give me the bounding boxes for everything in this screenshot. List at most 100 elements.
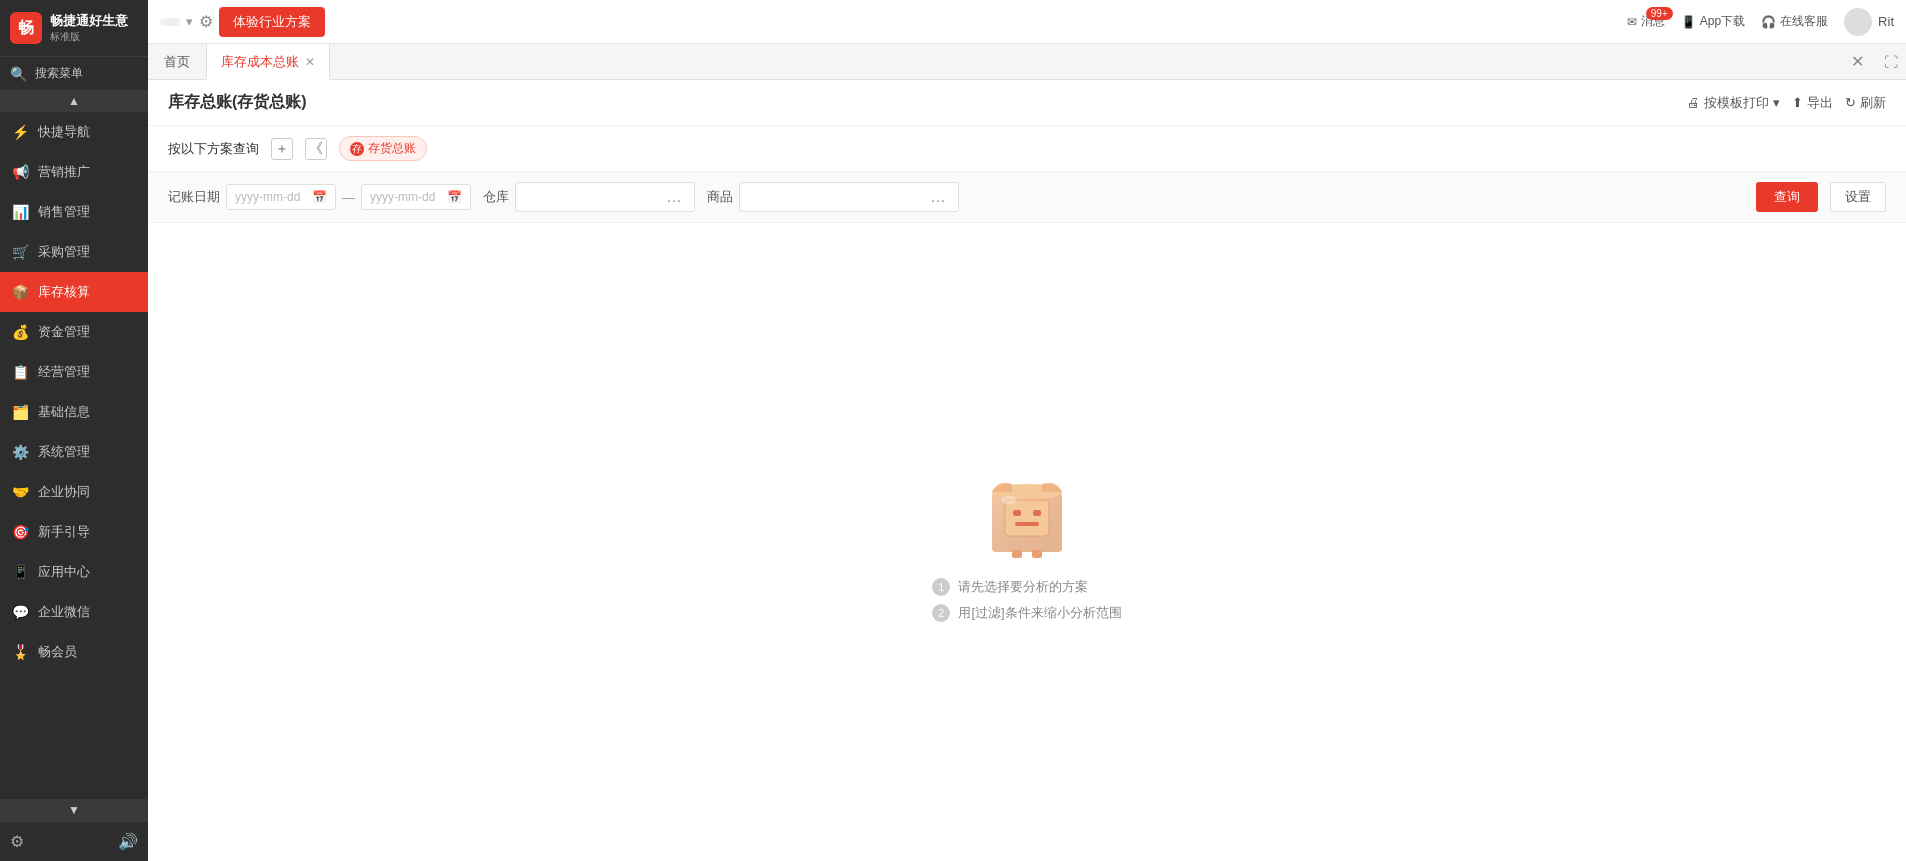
basic-info-icon: 🗂️ — [10, 402, 30, 422]
sidebar-footer: ⚙ 🔊 — [0, 821, 148, 861]
print-label: 按模板打印 — [1704, 94, 1769, 112]
service-label: 在线客服 — [1780, 13, 1828, 30]
audio-icon[interactable]: 🔊 — [118, 832, 138, 851]
sidebar-scroll-down[interactable]: ▼ — [0, 799, 148, 821]
tip-num-2: 2 — [932, 604, 950, 622]
svg-rect-9 — [1032, 550, 1042, 558]
tip-text-2: 用[过滤]条件来缩小分析范围 — [958, 604, 1121, 622]
sidebar-item-label: 采购管理 — [38, 243, 90, 261]
export-btn[interactable]: ⬆ 导出 — [1792, 94, 1833, 112]
search-menu-item[interactable]: 🔍 搜索菜单 — [0, 57, 148, 90]
refresh-icon: ↻ — [1845, 95, 1856, 110]
date-field: 记账日期 yyyy-mm-dd 📅 — yyyy-mm-dd 📅 — [168, 184, 471, 210]
product-label: 商品 — [707, 188, 733, 206]
page-title: 库存总账(存货总账) — [168, 92, 307, 113]
app-center-icon: 📱 — [10, 562, 30, 582]
refresh-btn[interactable]: ↻ 刷新 — [1845, 94, 1886, 112]
print-btn[interactable]: 🖨 按模板打印 ▾ — [1687, 94, 1780, 112]
message-btn[interactable]: ✉ 消息 99+ — [1627, 13, 1665, 30]
sidebar-item-inventory[interactable]: 📦 库存核算 — [0, 272, 148, 312]
filter-add-btn[interactable]: ＋ — [271, 138, 293, 160]
sidebar-item-label: 资金管理 — [38, 323, 90, 341]
filter-label: 按以下方案查询 — [168, 140, 259, 158]
date-start-input[interactable]: yyyy-mm-dd 📅 — [226, 184, 336, 210]
sidebar-item-marketing[interactable]: 📢 营销推广 — [0, 152, 148, 192]
sidebar-item-finance[interactable]: 💰 资金管理 — [0, 312, 148, 352]
operations-icon: 📋 — [10, 362, 30, 382]
sidebar: 畅 畅捷通好生意 标准版 🔍 搜索菜单 ▲ ⚡ 快捷导航 📢 营销推广 📊 销售… — [0, 0, 148, 861]
date-end-placeholder: yyyy-mm-dd — [370, 190, 435, 204]
export-label: 导出 — [1807, 94, 1833, 112]
date-start-placeholder: yyyy-mm-dd — [235, 190, 300, 204]
sidebar-item-label: 快捷导航 — [38, 123, 90, 141]
app-download-btn[interactable]: 📱 App下载 — [1681, 13, 1745, 30]
panel-expand-btn[interactable]: ⛶ — [1876, 54, 1906, 70]
logo-title: 畅捷通好生意 — [50, 13, 128, 30]
online-service-btn[interactable]: 🎧 在线客服 — [1761, 13, 1828, 30]
tab-inventory-ledger[interactable]: 库存成本总账 ✕ — [207, 44, 330, 80]
svg-rect-3 — [1005, 500, 1049, 536]
main-area: ▾ ⚙ 体验行业方案 ✉ 消息 99+ 📱 App下载 🎧 在线客服 Rit — [148, 0, 1906, 861]
calendar-end-icon: 📅 — [447, 190, 462, 204]
svg-rect-8 — [1012, 550, 1022, 558]
sales-icon: 📊 — [10, 202, 30, 222]
product-input[interactable]: … — [739, 182, 959, 212]
product-more-icon: … — [930, 188, 946, 206]
enterprise-icon: 🤝 — [10, 482, 30, 502]
sidebar-item-newbie[interactable]: 🎯 新手引导 — [0, 512, 148, 552]
purchase-icon: 🛒 — [10, 242, 30, 262]
user-area: Rit — [1844, 8, 1894, 36]
query-btn[interactable]: 查询 — [1756, 182, 1818, 212]
marketing-icon: 📢 — [10, 162, 30, 182]
date-end-input[interactable]: yyyy-mm-dd 📅 — [361, 184, 471, 210]
topbar-gear-icon[interactable]: ⚙ — [199, 12, 213, 31]
tabbar: 首页 库存成本总账 ✕ ✕ ⛶ — [148, 44, 1906, 80]
system-icon: ⚙️ — [10, 442, 30, 462]
sidebar-item-label: 新手引导 — [38, 523, 90, 541]
sidebar-item-member[interactable]: 🎖️ 畅会员 — [0, 632, 148, 672]
sidebar-scroll-up[interactable]: ▲ — [0, 90, 148, 112]
sidebar-item-label: 库存核算 — [38, 283, 90, 301]
sidebar-item-system[interactable]: ⚙️ 系统管理 — [0, 432, 148, 472]
print-dropdown-icon: ▾ — [1773, 95, 1780, 110]
sidebar-item-app-center[interactable]: 📱 应用中心 — [0, 552, 148, 592]
username: Rit — [1878, 14, 1894, 29]
sidebar-item-label: 系统管理 — [38, 443, 90, 461]
industry-btn[interactable]: 体验行业方案 — [219, 7, 325, 37]
breadcrumb-chevron-icon: ▾ — [186, 14, 193, 29]
quick-nav-icon: ⚡ — [10, 122, 30, 142]
sidebar-item-label: 应用中心 — [38, 563, 90, 581]
app-icon: 📱 — [1681, 15, 1696, 29]
sidebar-item-quick-nav[interactable]: ⚡ 快捷导航 — [0, 112, 148, 152]
sidebar-item-operations[interactable]: 📋 经营管理 — [0, 352, 148, 392]
tab-close-icon[interactable]: ✕ — [305, 55, 315, 69]
service-icon: 🎧 — [1761, 15, 1776, 29]
inventory-icon: 📦 — [10, 282, 30, 302]
svg-rect-6 — [1015, 522, 1039, 526]
settings-icon[interactable]: ⚙ — [10, 832, 24, 851]
sidebar-item-wechat[interactable]: 💬 企业微信 — [0, 592, 148, 632]
finance-icon: 💰 — [10, 322, 30, 342]
logo-subtitle: 标准版 — [50, 30, 128, 43]
scheme-tag[interactable]: 存 存货总账 — [339, 136, 427, 161]
sidebar-item-purchase[interactable]: 🛒 采购管理 — [0, 232, 148, 272]
tab-home[interactable]: 首页 — [148, 44, 207, 80]
sidebar-item-basic-info[interactable]: 🗂️ 基础信息 — [0, 392, 148, 432]
sidebar-item-enterprise[interactable]: 🤝 企业协同 — [0, 472, 148, 512]
sidebar-item-sales[interactable]: 📊 销售管理 — [0, 192, 148, 232]
panel-close-btn[interactable]: ✕ — [1839, 52, 1876, 71]
sidebar-item-label: 基础信息 — [38, 403, 90, 421]
topbar: ▾ ⚙ 体验行业方案 ✉ 消息 99+ 📱 App下载 🎧 在线客服 Rit — [148, 0, 1906, 44]
settings-btn[interactable]: 设置 — [1830, 182, 1886, 212]
topbar-input-area: ▾ ⚙ 体验行业方案 — [160, 7, 1619, 37]
filter-collapse-btn[interactable]: 《 — [305, 138, 327, 160]
scheme-label: 存货总账 — [368, 140, 416, 157]
warehouse-input[interactable]: … — [515, 182, 695, 212]
app-label: App下载 — [1700, 13, 1745, 30]
svg-rect-4 — [1013, 510, 1021, 516]
print-icon: 🖨 — [1687, 95, 1700, 110]
product-field: 商品 … — [707, 182, 959, 212]
tip-item-2: 2 用[过滤]条件来缩小分析范围 — [932, 604, 1121, 622]
svg-point-7 — [1001, 496, 1017, 504]
date-label: 记账日期 — [168, 188, 220, 206]
